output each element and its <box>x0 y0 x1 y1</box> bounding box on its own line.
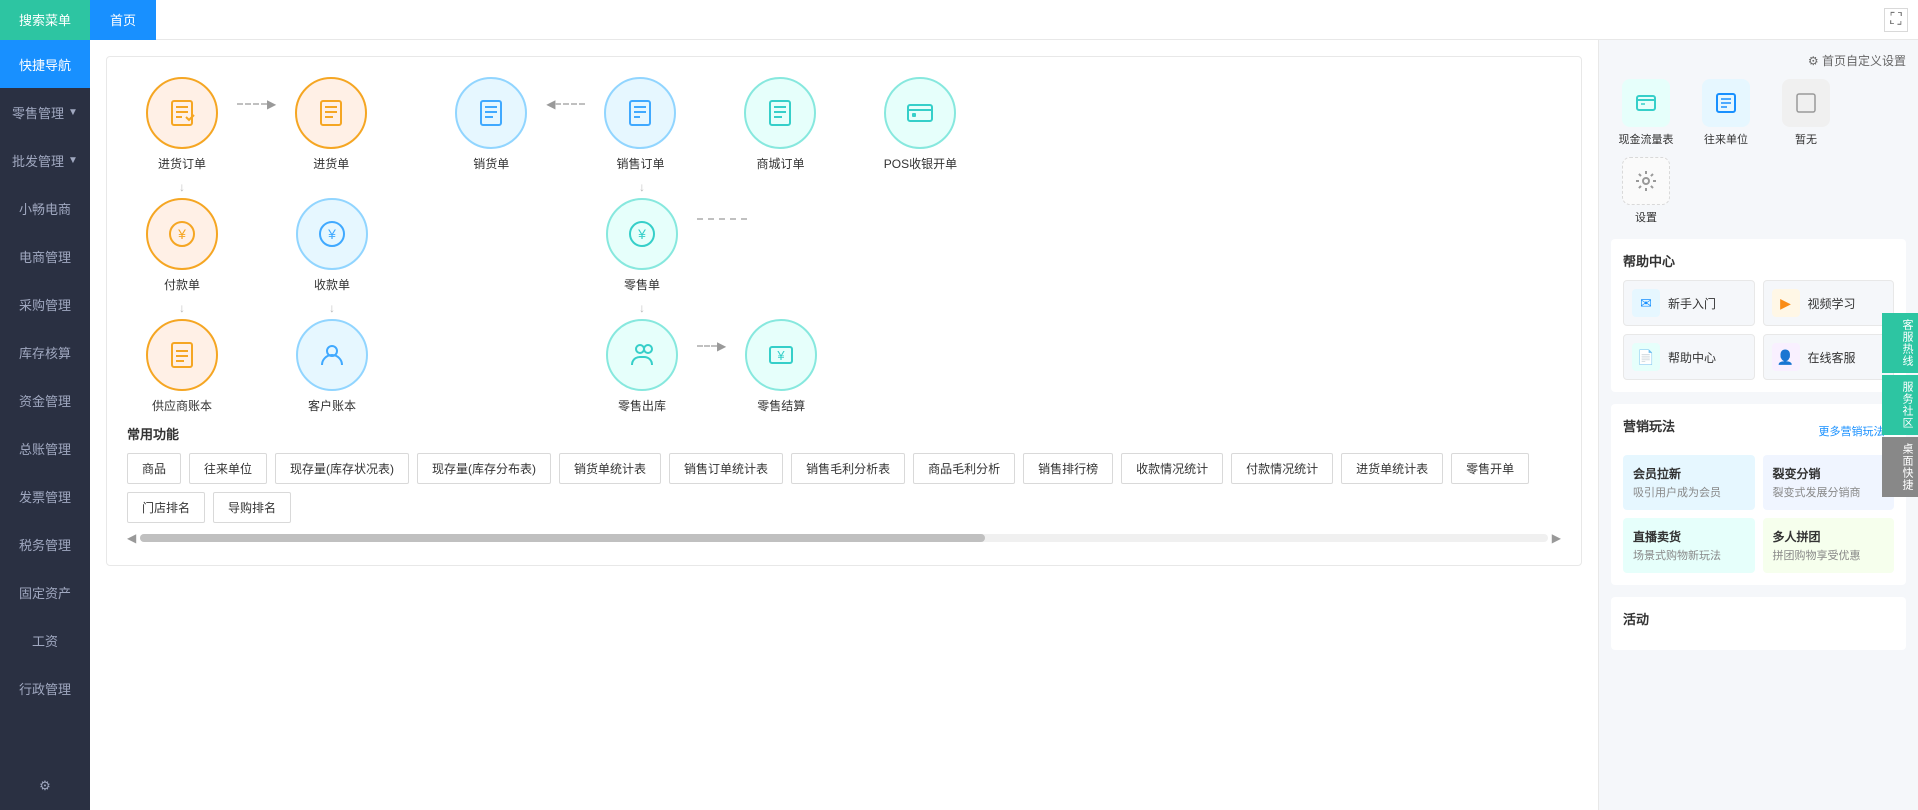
play-icon: ▶ <box>1772 289 1800 317</box>
sidebar-item-finance[interactable]: 资金管理 <box>0 376 90 424</box>
common-btn-12[interactable]: 零售开单 <box>1451 453 1529 484</box>
flow-node-retail[interactable]: ¥ 零售单 <box>587 198 697 293</box>
quick-icon-none[interactable]: 暂无 <box>1771 79 1841 147</box>
common-btn-10[interactable]: 付款情况统计 <box>1231 453 1333 484</box>
flow-node-purchase[interactable]: 进货单 <box>276 77 386 172</box>
common-btn-4[interactable]: 销货单统计表 <box>559 453 661 484</box>
sidebar-item-ledger[interactable]: 总账管理 <box>0 424 90 472</box>
svg-text:¥: ¥ <box>327 226 336 242</box>
sidebar-item-retail[interactable]: 零售管理▼ <box>0 88 90 136</box>
svg-text:¥: ¥ <box>637 226 646 242</box>
flow-node-customer-ledger[interactable]: 客户账本 <box>277 319 387 414</box>
common-btn-7[interactable]: 商品毛利分析 <box>913 453 1015 484</box>
help-grid: ✉ 新手入门 ▶ 视频学习 📄 帮助中心 👤 在线客服 <box>1623 280 1894 380</box>
float-btn-desktop[interactable]: 桌面快捷 <box>1882 437 1918 497</box>
marketing-fission[interactable]: 裂变分销 裂变式发展分销商 <box>1763 455 1895 510</box>
help-item-helpcenter[interactable]: 📄 帮助中心 <box>1623 334 1755 380</box>
sidebar-item-invoice[interactable]: 发票管理 <box>0 472 90 520</box>
sidebar-item-tax[interactable]: 税务管理 <box>0 520 90 568</box>
common-btn-14[interactable]: 导购排名 <box>213 492 291 523</box>
right-panel: ⚙ 首页自定义设置 现金流量表 往来单位 <box>1598 40 1918 810</box>
marketing-member[interactable]: 会员拉新 吸引用户成为会员 <box>1623 455 1755 510</box>
common-btn-5[interactable]: 销售订单统计表 <box>669 453 783 484</box>
help-item-beginner[interactable]: ✉ 新手入门 <box>1623 280 1755 326</box>
main-panel: 进货订单 ▶ 进货单 <box>90 40 1598 810</box>
common-btn-2[interactable]: 现存量(库存状况表) <box>275 453 409 484</box>
tab-home[interactable]: 首页 <box>90 0 156 40</box>
common-btn-9[interactable]: 收款情况统计 <box>1121 453 1223 484</box>
svg-text:¥: ¥ <box>177 226 186 242</box>
flow-node-sales-order[interactable]: 销售订单 <box>585 77 695 172</box>
flow-diagram: 进货订单 ▶ 进货单 <box>106 56 1582 566</box>
sidebar-settings[interactable]: ⚙ <box>0 762 90 810</box>
flow-node-payment[interactable]: ¥ 付款单 <box>127 198 237 293</box>
marketing-grid: 会员拉新 吸引用户成为会员 裂变分销 裂变式发展分销商 直播卖货 场景式购物新玩… <box>1623 455 1894 573</box>
flow-node-retail-out[interactable]: 零售出库 <box>587 319 697 414</box>
help-center-title: 帮助中心 <box>1623 251 1894 270</box>
sidebar-item-assets[interactable]: 固定资产 <box>0 568 90 616</box>
user-icon: 👤 <box>1772 343 1800 371</box>
flow-node-receipt[interactable]: ¥ 收款单 <box>277 198 387 293</box>
marketing-group[interactable]: 多人拼团 拼团购物享受优惠 <box>1763 518 1895 573</box>
customize-header[interactable]: ⚙ 首页自定义设置 <box>1611 52 1906 69</box>
common-btn-0[interactable]: 商品 <box>127 453 181 484</box>
sidebar-item-wholesale[interactable]: 批发管理▼ <box>0 136 90 184</box>
help-center-card: 帮助中心 ✉ 新手入门 ▶ 视频学习 📄 帮助中心 👤 <box>1611 239 1906 392</box>
sidebar-item-ecommerce-small[interactable]: 小畅电商 <box>0 184 90 232</box>
quick-icon-cashflow[interactable]: 现金流量表 <box>1611 79 1681 147</box>
quick-icon-contacts[interactable]: 往来单位 <box>1691 79 1761 147</box>
help-item-video[interactable]: ▶ 视频学习 <box>1763 280 1895 326</box>
quick-nav-icons: 现金流量表 往来单位 暂无 <box>1611 79 1906 225</box>
scrollbar: ◀ ▶ <box>127 531 1561 545</box>
float-buttons: 客服热线 服务社区 桌面快捷 <box>1882 313 1918 497</box>
common-btn-1[interactable]: 往来单位 <box>189 453 267 484</box>
flow-node-supplier-ledger[interactable]: 供应商账本 <box>127 319 237 414</box>
marketing-card: 营销玩法 更多营销玩法 > 会员拉新 吸引用户成为会员 裂变分销 裂变式发展分销… <box>1611 404 1906 585</box>
marketing-title: 营销玩法 <box>1623 416 1675 435</box>
common-btn-6[interactable]: 销售毛利分析表 <box>791 453 905 484</box>
marketing-header: 营销玩法 更多营销玩法 > <box>1623 416 1894 445</box>
common-btn-8[interactable]: 销售排行榜 <box>1023 453 1113 484</box>
common-btn-13[interactable]: 门店排名 <box>127 492 205 523</box>
float-btn-community[interactable]: 服务社区 <box>1882 375 1918 435</box>
svg-text:¥: ¥ <box>777 348 786 363</box>
common-btn-3[interactable]: 现存量(库存分布表) <box>417 453 551 484</box>
common-title: 常用功能 <box>127 424 1561 443</box>
scroll-right[interactable]: ▶ <box>1552 531 1561 545</box>
common-section: 常用功能 商品 往来单位 现存量(库存状况表) 现存量(库存分布表) 销货单统计… <box>127 424 1561 523</box>
marketing-live[interactable]: 直播卖货 场景式购物新玩法 <box>1623 518 1755 573</box>
flow-node-pos[interactable]: POS收银开单 <box>865 77 975 172</box>
sidebar-item-admin[interactable]: 行政管理 <box>0 664 90 712</box>
search-menu[interactable]: 搜索菜单 <box>0 0 90 40</box>
mail-icon: ✉ <box>1632 289 1660 317</box>
sidebar-item-inventory[interactable]: 库存核算 <box>0 328 90 376</box>
doc-icon: 📄 <box>1632 343 1660 371</box>
common-btn-11[interactable]: 进货单统计表 <box>1341 453 1443 484</box>
flow-node-sales[interactable]: 销货单 <box>436 77 546 172</box>
float-btn-service[interactable]: 客服热线 <box>1882 313 1918 373</box>
flow-node-retail-settle[interactable]: ¥ 零售结算 <box>726 319 836 414</box>
flow-node-purchase-order[interactable]: 进货订单 <box>127 77 237 172</box>
help-item-online-service[interactable]: 👤 在线客服 <box>1763 334 1895 380</box>
sidebar-item-salary[interactable]: 工资 <box>0 616 90 664</box>
scroll-left[interactable]: ◀ <box>127 531 136 545</box>
flow-node-shop-order[interactable]: 商城订单 <box>725 77 835 172</box>
common-grid: 商品 往来单位 现存量(库存状况表) 现存量(库存分布表) 销货单统计表 销售订… <box>127 453 1561 523</box>
sidebar: 快捷导航 零售管理▼ 批发管理▼ 小畅电商 电商管理 采购管理 库存核算 资金管… <box>0 40 90 810</box>
activity-card: 活动 <box>1611 597 1906 650</box>
activity-title: 活动 <box>1623 609 1894 628</box>
scroll-thumb <box>140 534 985 542</box>
quick-icon-settings[interactable]: 设置 <box>1611 157 1681 225</box>
sidebar-item-purchase[interactable]: 采购管理 <box>0 280 90 328</box>
scroll-track[interactable] <box>140 534 1548 542</box>
sidebar-item-quicknav[interactable]: 快捷导航 <box>0 40 90 88</box>
sidebar-item-ecommerce[interactable]: 电商管理 <box>0 232 90 280</box>
fullscreen-button[interactable]: ⛶ <box>1884 8 1908 32</box>
